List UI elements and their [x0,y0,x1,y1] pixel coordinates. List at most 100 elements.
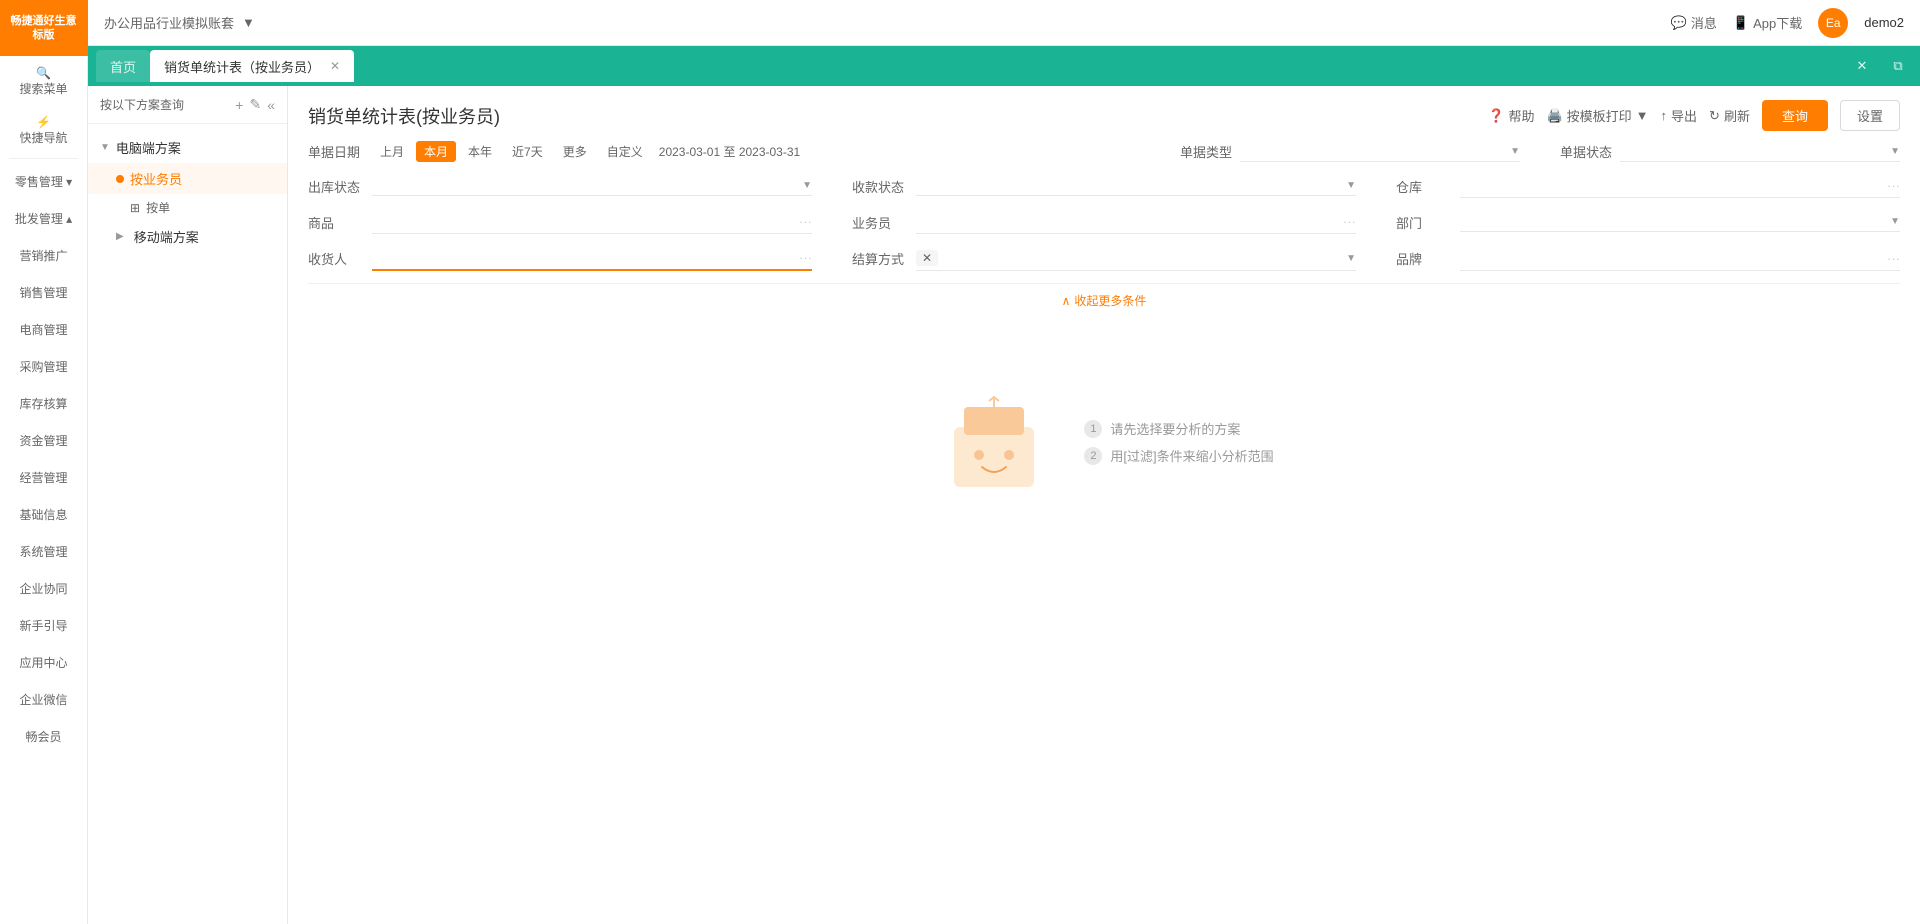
brand-dots[interactable]: ··· [1887,251,1900,266]
divider [9,158,79,159]
right-panel: 销货单统计表(按业务员) ❓ 帮助 🖨️ 按模板打印 ▼ ↑ 导出 [288,86,1920,924]
empty-state: 1 请先选择要分析的方案 2 用[过滤]条件来缩小分析范围 [288,327,1920,557]
scheme-by-staff-label: 按业务员 [130,169,182,188]
help-btn[interactable]: ❓ 帮助 [1488,106,1534,125]
sidebar-item-member[interactable]: 畅会员 [0,718,87,755]
add-scheme-icon[interactable]: + [235,97,243,113]
date-tabs: 上月 本月 本年 近7天 更多 自定义 [372,141,651,162]
logo-text: 畅捷通好生意 [11,14,77,28]
print-label: 按模板打印 [1567,106,1632,125]
sidebar-item-operations[interactable]: 经营管理 [0,459,87,496]
desktop-scheme-header[interactable]: ▼ 电脑端方案 [88,132,287,163]
scheme-by-staff[interactable]: 按业务员 [88,163,287,194]
goods-dots[interactable]: ··· [799,214,812,229]
settlement-clear-tag[interactable]: ✕ [916,250,938,266]
edit-scheme-icon[interactable]: ✎ [249,96,261,113]
top-header: 办公用品行业模拟账套 ▼ 💬 消息 📱 App下载 Ea demo2 [88,0,1920,46]
sidebar-item-enterprise[interactable]: 企业协同 [0,570,87,607]
out-status-select[interactable]: ▼ [372,176,812,196]
left-panel: 按以下方案查询 + ✎ « ▼ 电脑端方案 按业务员 [88,86,288,924]
sidebar-search[interactable]: 🔍搜索菜单 [0,56,87,107]
settings-button[interactable]: 设置 [1840,100,1900,131]
warehouse-dots[interactable]: ··· [1887,178,1900,193]
app-download-btn[interactable]: 📱 App下载 [1733,13,1802,32]
filter-section: 单据日期 上月 本月 本年 近7天 更多 自定义 2023-03-01 至 20… [288,141,1920,327]
help-label: 帮助 [1508,106,1534,125]
doc-type-select[interactable]: ▼ [1240,142,1520,162]
date-tab-more[interactable]: 更多 [555,141,595,162]
scheme-by-order[interactable]: ⊞ 按单 [88,194,287,221]
sidebar-item-inventory[interactable]: 库存核算 [0,385,87,422]
date-tab-last-7-days[interactable]: 近7天 [504,141,551,162]
desktop-scheme-label: 电脑端方案 [116,138,181,157]
goods-select[interactable]: ··· [372,210,812,234]
empty-tip-1: 1 请先选择要分析的方案 [1084,419,1273,438]
sidebar-item-sales[interactable]: 销售管理 [0,274,87,311]
date-tab-this-year[interactable]: 本年 [460,141,500,162]
scheme-section: ▼ 电脑端方案 按业务员 ⊞ 按单 ▶ 移动 [88,124,287,260]
salesperson-select[interactable]: ··· [916,210,1356,234]
print-btn[interactable]: 🖨️ 按模板打印 ▼ [1546,106,1648,125]
receipt-status-select[interactable]: ▼ [916,176,1356,196]
sidebar-item-newbie[interactable]: 新手引导 [0,607,87,644]
brand-label: 品牌 [1396,249,1452,268]
empty-tip-2: 2 用[过滤]条件来缩小分析范围 [1084,446,1273,465]
sidebar-item-wechat[interactable]: 企业微信 [0,681,87,718]
sidebar-quick-nav[interactable]: ⚡快捷导航 [0,107,87,154]
industry-selector[interactable]: 办公用品行业模拟账套 ▼ [104,13,255,32]
refresh-btn[interactable]: ↻ 刷新 [1709,106,1750,125]
recipient-label: 收货人 [308,249,364,268]
mobile-scheme-header[interactable]: ▶ 移动端方案 [88,221,287,252]
sidebar-item-purchase[interactable]: 采购管理 [0,348,87,385]
recipient-input[interactable]: ··· [372,246,812,271]
brand-select[interactable]: ··· [1460,247,1900,271]
settlement-clear-x[interactable]: ✕ [922,251,932,265]
query-button[interactable]: 查询 [1762,100,1828,131]
page-title: 销货单统计表(按业务员) [308,103,500,129]
collapse-scheme-icon[interactable]: « [267,97,275,113]
tip-num-1: 1 [1084,420,1102,438]
sidebar-item-finance[interactable]: 资金管理 [0,422,87,459]
department-select[interactable]: ▼ [1460,212,1900,232]
sidebar-item-retail[interactable]: 零售管理 ▾ [0,163,87,200]
salesperson-dots[interactable]: ··· [1343,214,1356,229]
settlement-label: 结算方式 [852,249,908,268]
user-avatar[interactable]: Ea [1818,8,1848,38]
mobile-scheme-group: ▶ 移动端方案 [88,221,287,252]
export-btn[interactable]: ↑ 导出 [1661,106,1698,125]
recipient-dots[interactable]: ··· [799,250,812,265]
date-tab-last-month[interactable]: 上月 [372,141,412,162]
tab-sales-stats[interactable]: 销货单统计表（按业务员） ✕ [150,50,354,82]
print-icon: 🖨️ [1546,108,1562,124]
sidebar-item-wholesale[interactable]: 批发管理 ▴ [0,200,87,237]
header-right: 💬 消息 📱 App下载 Ea demo2 [1671,8,1904,38]
sidebar-item-marketing[interactable]: 营销推广 [0,237,87,274]
help-icon: ❓ [1488,108,1504,124]
doc-type-label: 单据类型 [1180,142,1232,161]
doc-status-select[interactable]: ▼ [1620,142,1900,162]
sidebar-item-ecommerce[interactable]: 电商管理 [0,311,87,348]
date-tab-custom[interactable]: 自定义 [599,141,651,162]
settlement-select[interactable]: ✕ ▼ [916,246,1356,271]
doc-status-arrow: ▼ [1890,146,1900,157]
sidebar-item-apps[interactable]: 应用中心 [0,644,87,681]
scheme-active-dot [116,175,124,183]
right-panel-header: 销货单统计表(按业务员) ❓ 帮助 🖨️ 按模板打印 ▼ ↑ 导出 [288,86,1920,141]
date-tab-this-month[interactable]: 本月 [416,141,456,162]
tab-home[interactable]: 首页 [96,50,150,82]
desktop-scheme-arrow: ▼ [100,142,110,153]
tab-close-icon[interactable]: ✕ [330,59,340,73]
industry-dropdown-icon[interactable]: ▼ [242,15,255,30]
sidebar-item-system[interactable]: 系统管理 [0,533,87,570]
message-btn[interactable]: 💬 消息 [1671,13,1717,32]
warehouse-label: 仓库 [1396,177,1452,196]
tab-restore-btn[interactable]: ⧉ [1884,52,1912,80]
left-panel-title: 按以下方案查询 [100,96,184,113]
recipient-text-input[interactable] [372,250,799,265]
warehouse-select[interactable]: ··· [1460,174,1900,198]
receipt-status-arrow: ▼ [1346,180,1356,191]
tab-close-btn[interactable]: ✕ [1848,52,1876,80]
sidebar-item-base[interactable]: 基础信息 [0,496,87,533]
download-icon: 📱 [1733,15,1749,31]
collapse-filter-btn[interactable]: ∧ 收起更多条件 [308,283,1900,317]
